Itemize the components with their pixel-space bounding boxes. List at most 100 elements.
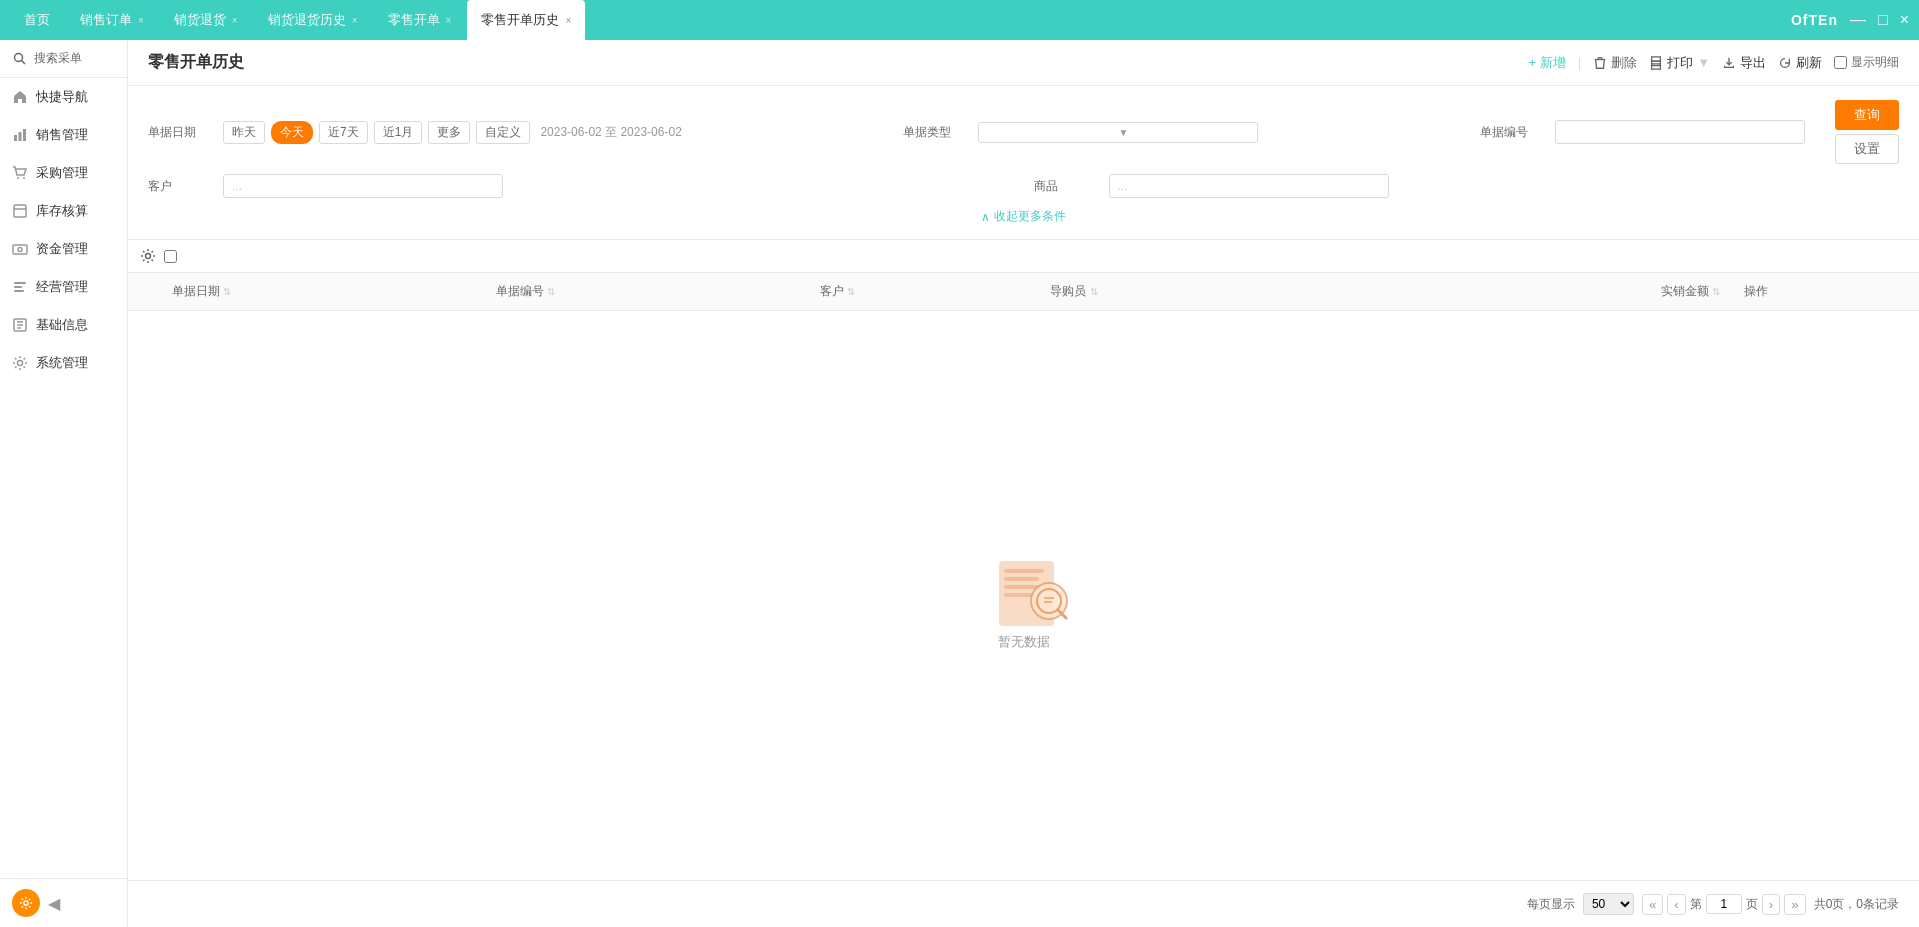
- pagination: 每页显示 50 10 20 100 « ‹ 第 页 › » 共0页，0条记录: [128, 880, 1919, 927]
- tab-retail-open-history-close[interactable]: ×: [565, 15, 571, 26]
- filter-type-select[interactable]: ▼: [978, 122, 1258, 143]
- sidebar-item-basic-info-label: 基础信息: [36, 316, 88, 334]
- svg-rect-7: [14, 205, 26, 217]
- query-button[interactable]: 查询: [1835, 100, 1899, 130]
- display-detail-check[interactable]: [1834, 56, 1847, 69]
- sidebar: 搜索采单 快捷导航 销售管理 采购管理 库存核算: [0, 40, 128, 927]
- page-label-after: 页: [1746, 896, 1758, 913]
- date-btn-1month[interactable]: 近1月: [374, 121, 423, 144]
- tab-retail-open-label: 零售开单: [388, 11, 440, 29]
- sidebar-collapse-button[interactable]: ◀: [48, 894, 60, 913]
- page-next-button[interactable]: ›: [1762, 894, 1780, 915]
- svg-rect-12: [14, 286, 22, 288]
- th-number[interactable]: 单据编号 ⇅: [484, 273, 808, 311]
- th-amount[interactable]: 实销金额 ⇅: [1409, 273, 1733, 311]
- tab-sales-return-history-close[interactable]: ×: [352, 15, 358, 26]
- sidebar-item-sales-mgmt[interactable]: 销售管理: [0, 116, 127, 154]
- sidebar-search-label: 搜索采单: [34, 50, 82, 67]
- th-customer[interactable]: 客户 ⇅: [808, 273, 1039, 311]
- filter-goods-placeholder: ...: [1118, 179, 1380, 193]
- cart-icon: [12, 165, 28, 181]
- tab-retail-open-history[interactable]: 零售开单历史 ×: [467, 0, 585, 40]
- svg-point-5: [17, 177, 19, 179]
- sidebar-item-finance[interactable]: 资金管理: [0, 230, 127, 268]
- th-salesperson[interactable]: 导购员 ⇅: [1038, 273, 1315, 311]
- sort-salesperson-icon[interactable]: ⇅: [1090, 286, 1098, 297]
- sidebar-item-purchase-mgmt[interactable]: 采购管理: [0, 154, 127, 192]
- date-btn-more[interactable]: 更多: [428, 121, 470, 144]
- tab-sales-order-label: 销售订单: [80, 11, 132, 29]
- sidebar-item-basic-info[interactable]: 基础信息: [0, 306, 127, 344]
- table-settings-icon[interactable]: [140, 248, 156, 264]
- window-minimize-icon[interactable]: ×: [1900, 11, 1909, 29]
- sort-date-icon[interactable]: ⇅: [223, 286, 231, 297]
- tab-sales-order[interactable]: 销售订单 ×: [66, 0, 158, 40]
- svg-rect-28: [1004, 569, 1044, 573]
- svg-line-1: [22, 60, 26, 64]
- delete-button[interactable]: 删除: [1593, 54, 1637, 72]
- main-layout: 搜索采单 快捷导航 销售管理 采购管理 库存核算: [0, 40, 1919, 927]
- date-btn-today[interactable]: 今天: [271, 121, 313, 144]
- date-btn-yesterday[interactable]: 昨天: [223, 121, 265, 144]
- page-header: 零售开单历史 + 新增 | 删除 打印 ▼ 导出: [128, 40, 1919, 86]
- filter-ordernum-input[interactable]: [1555, 120, 1805, 144]
- page-last-button[interactable]: »: [1784, 894, 1805, 915]
- refresh-button[interactable]: 刷新: [1778, 54, 1822, 72]
- tab-sales-return-close[interactable]: ×: [232, 15, 238, 26]
- svg-point-10: [18, 248, 22, 252]
- table-area: 单据日期 ⇅ 单据编号 ⇅ 客户 ⇅ 导购员 ⇅: [128, 240, 1919, 880]
- sidebar-search[interactable]: 搜索采单: [0, 40, 127, 78]
- print-button[interactable]: 打印 ▼: [1649, 54, 1710, 72]
- tab-home[interactable]: 首页: [10, 0, 64, 40]
- th-checkbox: [128, 273, 160, 311]
- sort-number-icon[interactable]: ⇅: [547, 286, 555, 297]
- th-date[interactable]: 单据日期 ⇅: [160, 273, 484, 311]
- window-maximize-icon[interactable]: □: [1878, 11, 1888, 29]
- empty-illustration: [984, 541, 1064, 621]
- collapse-icon: ∧: [981, 210, 990, 224]
- sidebar-item-inventory[interactable]: 库存核算: [0, 192, 127, 230]
- brand-text: OfTEn: [1791, 12, 1838, 28]
- tab-sales-return-history[interactable]: 销货退货历史 ×: [254, 0, 372, 40]
- tab-home-label: 首页: [24, 11, 50, 29]
- page-label-before: 第: [1690, 896, 1702, 913]
- svg-point-6: [23, 177, 25, 179]
- filter-customer-input[interactable]: ...: [223, 174, 503, 198]
- empty-state: 暂无数据: [128, 311, 1919, 880]
- svg-rect-2: [14, 135, 17, 141]
- filter-goods-input[interactable]: ...: [1109, 174, 1389, 198]
- svg-rect-31: [1004, 593, 1034, 597]
- tab-retail-open-close[interactable]: ×: [446, 15, 452, 26]
- sort-customer-icon[interactable]: ⇅: [847, 286, 855, 297]
- date-btn-custom[interactable]: 自定义: [476, 121, 530, 144]
- svg-rect-11: [14, 282, 26, 284]
- sidebar-gear-button[interactable]: [12, 889, 40, 917]
- sidebar-item-finance-label: 资金管理: [36, 240, 88, 258]
- add-button[interactable]: + 新增: [1529, 54, 1566, 72]
- window-close-icon[interactable]: —: [1850, 11, 1866, 29]
- per-page-select[interactable]: 50 10 20 100: [1583, 893, 1634, 915]
- page-number-input[interactable]: [1706, 894, 1742, 914]
- tab-sales-order-close[interactable]: ×: [138, 15, 144, 26]
- tab-sales-return[interactable]: 销货退货 ×: [160, 0, 252, 40]
- sidebar-item-quick-nav[interactable]: 快捷导航: [0, 78, 127, 116]
- svg-rect-13: [14, 290, 24, 292]
- sidebar-item-system[interactable]: 系统管理: [0, 344, 127, 382]
- sidebar-item-operation[interactable]: 经营管理: [0, 268, 127, 306]
- home-icon: [12, 89, 28, 105]
- page-first-button[interactable]: «: [1642, 894, 1663, 915]
- tab-retail-open[interactable]: 零售开单 ×: [374, 0, 466, 40]
- select-all-checkbox[interactable]: [164, 250, 177, 263]
- collapse-filter-button[interactable]: ∧ 收起更多条件: [981, 208, 1066, 225]
- setting-button[interactable]: 设置: [1835, 134, 1899, 164]
- filter-type-arrow: ▼: [1118, 127, 1249, 138]
- tab-list: 首页 销售订单 × 销货退货 × 销货退货历史 × 零售开单 × 零售开单历史 …: [10, 0, 1791, 40]
- data-table: 单据日期 ⇅ 单据编号 ⇅ 客户 ⇅ 导购员 ⇅: [128, 273, 1919, 311]
- date-btn-7days[interactable]: 近7天: [319, 121, 368, 144]
- delete-icon: [1593, 56, 1607, 70]
- page-prev-button[interactable]: ‹: [1667, 894, 1685, 915]
- sort-amount-icon[interactable]: ⇅: [1712, 286, 1720, 297]
- export-button[interactable]: 导出: [1722, 54, 1766, 72]
- filter-area: 单据日期 昨天 今天 近7天 近1月 更多 自定义 2023-06-02 至 2…: [128, 86, 1919, 240]
- display-detail-checkbox[interactable]: 显示明细: [1834, 54, 1899, 71]
